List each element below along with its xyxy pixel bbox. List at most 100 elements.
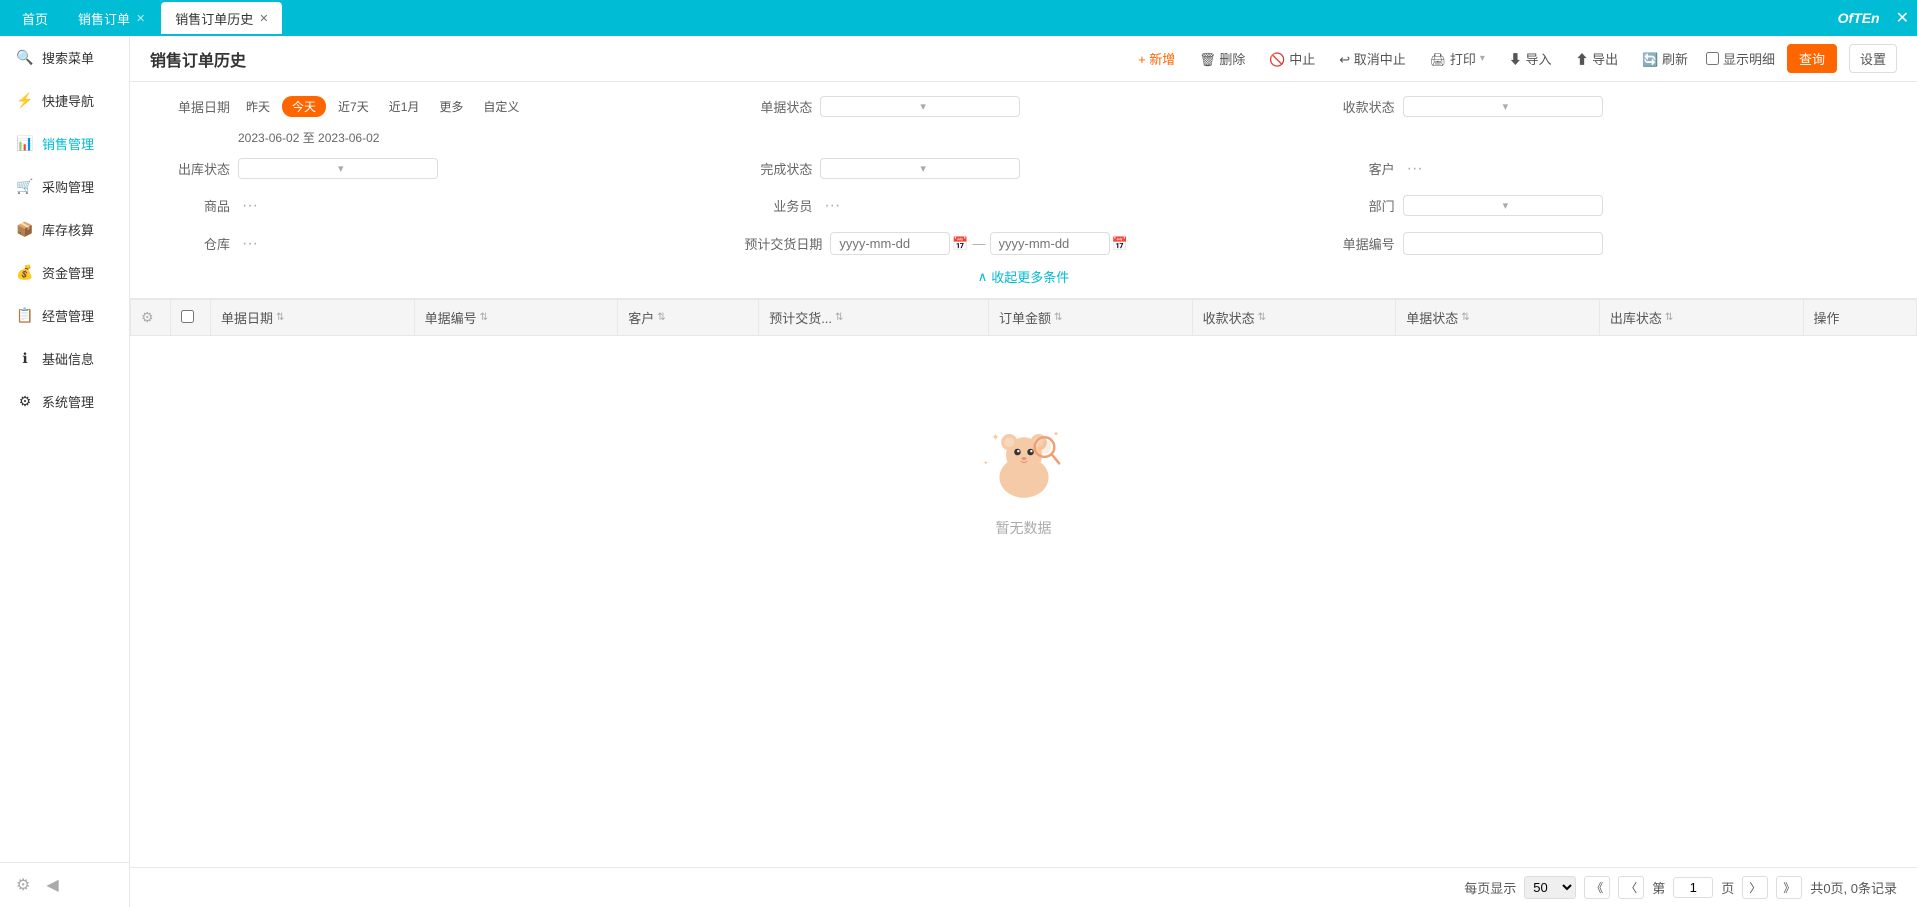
prev-page-button[interactable]: 〈 — [1618, 876, 1644, 899]
warehouse-dots-btn[interactable]: ··· — [238, 235, 262, 253]
last-page-button[interactable]: 》 — [1776, 876, 1802, 899]
show-detail-checkbox[interactable]: 显示明细 — [1706, 49, 1775, 68]
docno-input[interactable] — [1403, 232, 1603, 255]
date-btn-today[interactable]: 今天 — [282, 96, 326, 117]
topbar-right: OfTEn ✕ — [1838, 8, 1909, 28]
calendar-end-icon[interactable]: 📅 — [1112, 236, 1128, 252]
sidebar-item-finance[interactable]: 💰 资金管理 — [0, 251, 129, 294]
delete-button[interactable]: 🗑 删除 — [1193, 45, 1251, 72]
tab-sales-order[interactable]: 销售订单 ✕ — [64, 2, 159, 34]
quicknav-icon: ⚡ — [16, 92, 34, 109]
th-date-sort[interactable]: 单据日期 ⇅ — [221, 308, 404, 327]
doc-status-select[interactable]: ▾ — [820, 96, 1020, 117]
expected-date-start-input[interactable] — [830, 232, 950, 255]
receipt-status-label: 收款状态 — [1323, 97, 1403, 116]
inventory-icon: 📦 — [16, 221, 34, 238]
table-area: ⚙ 单据日期 ⇅ 单据编号 — [130, 299, 1917, 867]
export-button[interactable]: ⬆ 导出 — [1570, 45, 1625, 72]
calendar-start-icon[interactable]: 📅 — [952, 236, 968, 252]
th-amount-sort[interactable]: 订单金额 ⇅ — [999, 308, 1182, 327]
tab-sales-history-close[interactable]: ✕ — [259, 12, 268, 25]
th-outstatus-label: 出库状态 — [1610, 308, 1662, 327]
sidebar-item-inventory-label: 库存核算 — [42, 220, 94, 239]
query-button[interactable]: 查询 — [1787, 44, 1837, 73]
settings-button[interactable]: 设置 — [1849, 44, 1897, 73]
doc-status-label: 单据状态 — [740, 97, 820, 116]
per-page-select[interactable]: 50 10 20 100 — [1524, 876, 1576, 899]
goods-dots-btn[interactable]: ··· — [238, 197, 262, 215]
tab-home-label: 首页 — [22, 9, 48, 28]
tab-home[interactable]: 首页 — [8, 2, 62, 34]
table-header-row: ⚙ 单据日期 ⇅ 单据编号 — [131, 300, 1917, 336]
page-title: 销售订单历史 — [150, 47, 246, 71]
stop-button-label: 🚫 中止 — [1269, 49, 1315, 68]
dept-select[interactable]: ▾ — [1403, 195, 1603, 216]
th-customer-sort[interactable]: 客户 ⇅ — [628, 308, 748, 327]
sidebar-item-system[interactable]: ⚙ 系统管理 — [0, 380, 129, 423]
th-outstatus-sort[interactable]: 出库状态 ⇅ — [1610, 308, 1793, 327]
tab-sales-history-label: 销售订单历史 — [175, 9, 253, 28]
date-btn-1month[interactable]: 近1月 — [381, 96, 428, 117]
th-amount: 订单金额 ⇅ — [988, 300, 1192, 336]
sidebar-item-search[interactable]: 🔍 搜索菜单 — [0, 36, 129, 79]
sidebar-item-inventory[interactable]: 📦 库存核算 — [0, 208, 129, 251]
sidebar-settings-icon[interactable]: ⚙ — [16, 875, 30, 895]
date-btn-custom[interactable]: 自定义 — [475, 96, 527, 117]
next-page-button[interactable]: 〉 — [1742, 876, 1768, 899]
complete-status-select[interactable]: ▾ — [820, 158, 1020, 179]
salesperson-dots-btn[interactable]: ··· — [820, 197, 844, 215]
dept-chevron-icon: ▾ — [1503, 199, 1594, 212]
receipt-status-select[interactable]: ▾ — [1403, 96, 1603, 117]
topbar-close-icon[interactable]: ✕ — [1896, 8, 1909, 28]
stop-button[interactable]: 🚫 中止 — [1263, 45, 1321, 72]
filter-warehouse-cell: 仓库 ··· — [150, 230, 732, 257]
empty-svg: ✦ ✦ ✦ — [974, 416, 1074, 506]
sidebar-item-quicknav[interactable]: ⚡ 快捷导航 — [0, 79, 129, 122]
collapse-button[interactable]: ∧ 收起更多条件 — [978, 267, 1070, 286]
complete-status-label: 完成状态 — [740, 159, 820, 178]
gear-icon[interactable]: ⚙ — [141, 309, 154, 325]
svg-text:✦: ✦ — [991, 433, 999, 444]
tab-sales-order-close[interactable]: ✕ — [136, 12, 145, 25]
new-button[interactable]: + 新增 — [1132, 45, 1181, 72]
cancel-stop-button[interactable]: ↩ 取消中止 — [1333, 45, 1412, 72]
th-checkbox[interactable] — [171, 300, 211, 336]
refresh-button[interactable]: 🔄 刷新 — [1636, 45, 1694, 72]
page-suffix: 页 — [1721, 878, 1734, 897]
th-expected: 预计交货... ⇅ — [759, 300, 989, 336]
th-docno-sort[interactable]: 单据编号 ⇅ — [425, 308, 608, 327]
svg-text:✦: ✦ — [1052, 429, 1059, 438]
customer-dots-btn[interactable]: ··· — [1403, 160, 1427, 178]
sidebar-item-operation[interactable]: 📋 经营管理 — [0, 294, 129, 337]
th-doc-status: 单据状态 ⇅ — [1396, 300, 1600, 336]
out-status-select[interactable]: ▾ — [238, 158, 438, 179]
th-amount-label: 订单金额 — [999, 308, 1051, 327]
th-gear[interactable]: ⚙ — [131, 300, 171, 336]
sidebar-collapse-icon[interactable]: ◀ — [46, 875, 58, 895]
th-docno-label: 单据编号 — [425, 308, 477, 327]
sidebar-item-sales[interactable]: 📊 销售管理 — [0, 122, 129, 165]
sidebar-item-purchase[interactable]: 🛒 采购管理 — [0, 165, 129, 208]
th-out-status: 出库状态 ⇅ — [1599, 300, 1803, 336]
date-btn-yesterday[interactable]: 昨天 — [238, 96, 278, 117]
tab-sales-history[interactable]: 销售订单历史 ✕ — [161, 2, 282, 34]
page-number-input[interactable] — [1673, 877, 1713, 898]
show-detail-input[interactable] — [1706, 52, 1719, 65]
sidebar-item-basic[interactable]: ℹ 基础信息 — [0, 337, 129, 380]
date-btn-7days[interactable]: 近7天 — [330, 96, 377, 117]
sort-docstatus-icon: ⇅ — [1461, 312, 1469, 323]
first-page-button[interactable]: 《 — [1584, 876, 1610, 899]
tab-sales-order-label: 销售订单 — [78, 9, 130, 28]
import-button-label: ⬇ 导入 — [1509, 49, 1552, 68]
th-docstatus-sort[interactable]: 单据状态 ⇅ — [1406, 308, 1589, 327]
goods-label: 商品 — [158, 196, 238, 215]
print-button[interactable]: 🖨 打印 ▾ — [1424, 45, 1491, 72]
filter-complete-status-cell: 完成状态 ▾ — [732, 154, 1314, 183]
th-expected-sort[interactable]: 预计交货... ⇅ — [769, 308, 978, 327]
expected-date-end-input[interactable] — [990, 232, 1110, 255]
th-receipt-sort[interactable]: 收款状态 ⇅ — [1203, 308, 1386, 327]
import-button[interactable]: ⬇ 导入 — [1503, 45, 1558, 72]
th-date-label: 单据日期 — [221, 308, 273, 327]
date-btn-more[interactable]: 更多 — [431, 96, 471, 117]
select-all-checkbox[interactable] — [181, 310, 194, 323]
